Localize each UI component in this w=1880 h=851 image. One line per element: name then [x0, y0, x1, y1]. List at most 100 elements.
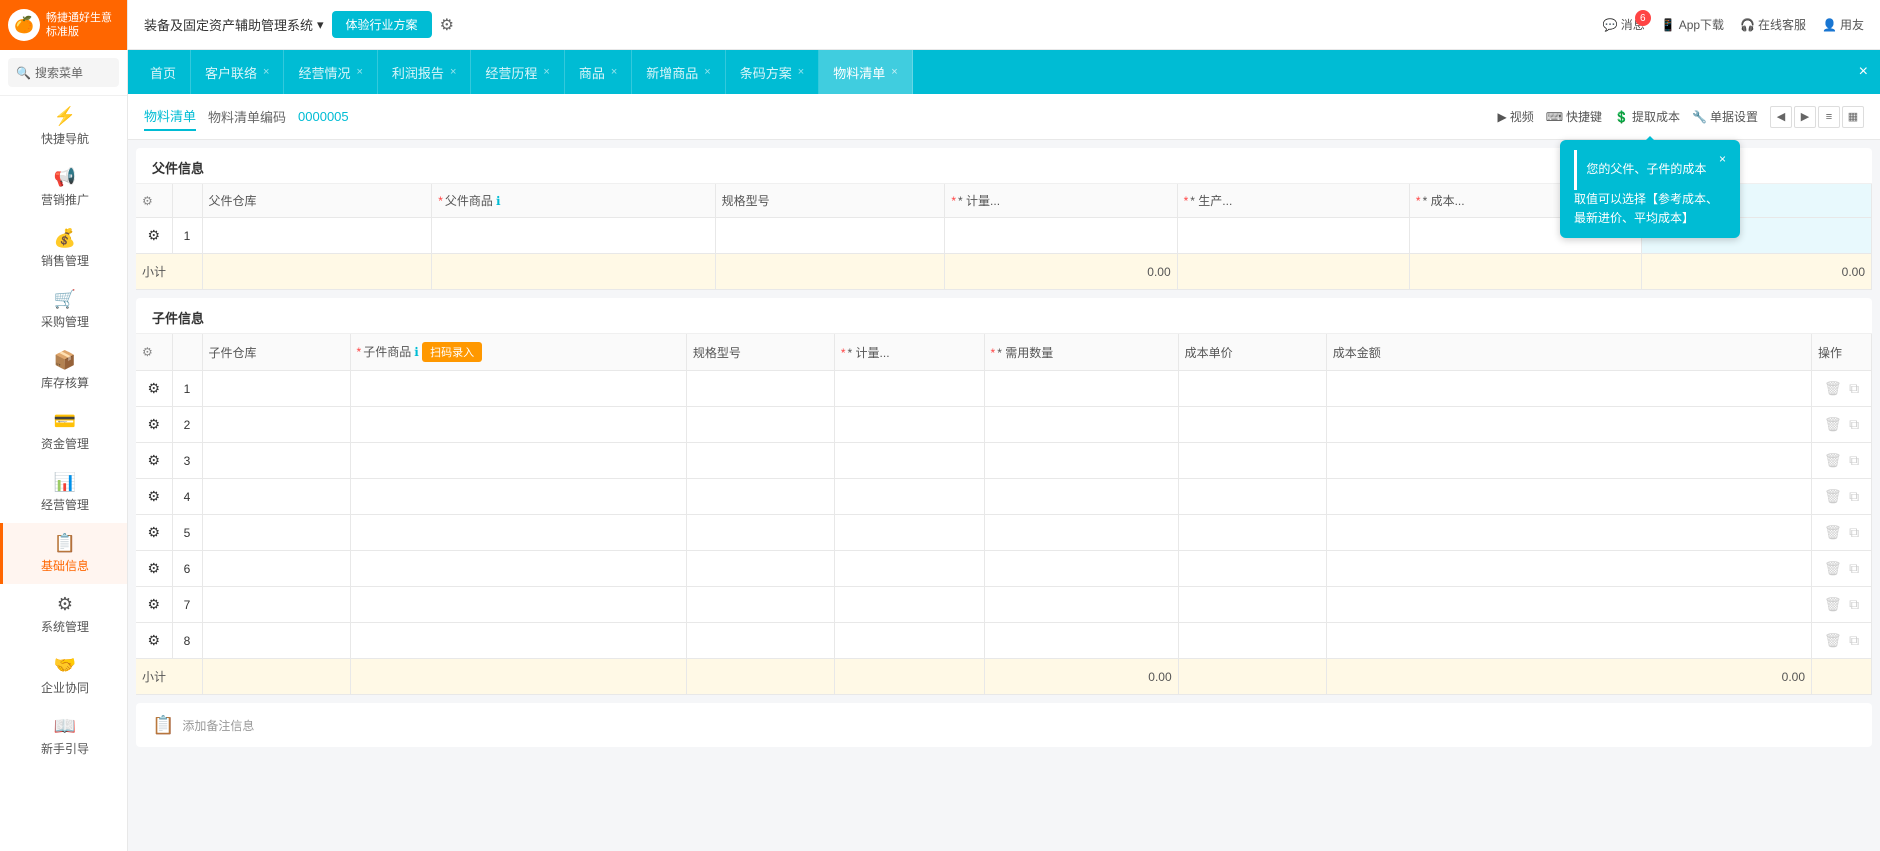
nav-grid-btn[interactable]: ▦: [1842, 106, 1864, 128]
child-row-1-unit-cost[interactable]: [1178, 371, 1326, 407]
child-row-1-product[interactable]: [350, 371, 686, 407]
child-row-1-spec[interactable]: [686, 371, 834, 407]
nav-prev-btn[interactable]: ◀: [1770, 106, 1792, 128]
child-row-2-spec[interactable]: [686, 407, 834, 443]
child-row-6-unit[interactable]: [834, 551, 984, 587]
child-row-7-unit-cost[interactable]: [1178, 587, 1326, 623]
child-row-3-qty[interactable]: [984, 443, 1178, 479]
child-row-7-spec[interactable]: [686, 587, 834, 623]
child-row-5-warehouse[interactable]: [202, 515, 350, 551]
sidebar-item-system[interactable]: ⚙ 系统管理: [0, 584, 127, 645]
child-row-2-unit-cost[interactable]: [1178, 407, 1326, 443]
tooltip-close-btn[interactable]: ×: [1719, 150, 1726, 169]
tab-close-all[interactable]: ×: [1855, 63, 1872, 81]
copy-icon-4[interactable]: ⧉: [1849, 488, 1859, 504]
child-row-8-unit-cost[interactable]: [1178, 623, 1326, 659]
sidebar-item-purchase[interactable]: 🛒 采购管理: [0, 279, 127, 340]
parent-row-1-unit[interactable]: [945, 218, 1177, 254]
child-row-1-warehouse[interactable]: [202, 371, 350, 407]
child-row-5-settings[interactable]: ⚙: [136, 515, 172, 551]
child-row-5-amount[interactable]: [1326, 515, 1811, 551]
parent-row-1-warehouse[interactable]: [202, 218, 432, 254]
child-row-8-product[interactable]: [350, 623, 686, 659]
scan-input-btn[interactable]: 扫码录入: [422, 342, 482, 362]
child-row-2-unit[interactable]: [834, 407, 984, 443]
delete-icon-2[interactable]: 🗑: [1824, 416, 1842, 432]
copy-icon-5[interactable]: ⧉: [1849, 524, 1859, 540]
child-row-4-amount[interactable]: [1326, 479, 1811, 515]
online-service-button[interactable]: 🎧 在线客服: [1740, 16, 1806, 33]
sidebar-item-marketing[interactable]: 📢 营销推广: [0, 157, 127, 218]
child-row-4-qty[interactable]: [984, 479, 1178, 515]
child-row-2-amount[interactable]: [1326, 407, 1811, 443]
tab-customer-close[interactable]: ×: [263, 66, 269, 78]
child-row-5-qty[interactable]: [984, 515, 1178, 551]
trial-btn[interactable]: 体验行业方案: [332, 11, 432, 38]
copy-icon-2[interactable]: ⧉: [1849, 416, 1859, 432]
child-row-2-warehouse[interactable]: [202, 407, 350, 443]
child-row-6-settings[interactable]: ⚙: [136, 551, 172, 587]
tab-operations-close[interactable]: ×: [356, 66, 362, 78]
tab-barcode-close[interactable]: ×: [798, 66, 804, 78]
child-row-4-unit[interactable]: [834, 479, 984, 515]
tab-product[interactable]: 商品 ×: [565, 50, 632, 94]
child-row-1-settings[interactable]: ⚙: [136, 371, 172, 407]
sub-tab-bom-code[interactable]: 物料清单编码: [208, 103, 286, 130]
nav-next-btn[interactable]: ▶: [1794, 106, 1816, 128]
sidebar-item-operations[interactable]: 📊 经营管理: [0, 462, 127, 523]
child-row-8-warehouse[interactable]: [202, 623, 350, 659]
tab-bom-close[interactable]: ×: [891, 66, 897, 78]
tab-operations[interactable]: 经营情况 ×: [284, 50, 377, 94]
tab-new-product[interactable]: 新增商品 ×: [632, 50, 725, 94]
settings-icon[interactable]: ⚙: [440, 15, 454, 35]
tab-history-close[interactable]: ×: [543, 66, 549, 78]
sidebar-item-sales[interactable]: 💰 销售管理: [0, 218, 127, 279]
tab-product-close[interactable]: ×: [611, 66, 617, 78]
child-row-7-product[interactable]: [350, 587, 686, 623]
copy-icon-7[interactable]: ⧉: [1849, 596, 1859, 612]
tab-customer[interactable]: 客户联络 ×: [191, 50, 284, 94]
tab-barcode[interactable]: 条码方案 ×: [726, 50, 819, 94]
child-row-5-product[interactable]: [350, 515, 686, 551]
copy-icon-6[interactable]: ⧉: [1849, 560, 1859, 576]
child-row-3-amount[interactable]: [1326, 443, 1811, 479]
child-row-1-qty[interactable]: [984, 371, 1178, 407]
tab-history[interactable]: 经营历程 ×: [471, 50, 564, 94]
sidebar-item-finance[interactable]: 💳 资金管理: [0, 401, 127, 462]
delete-icon-3[interactable]: 🗑: [1824, 452, 1842, 468]
child-row-6-unit-cost[interactable]: [1178, 551, 1326, 587]
child-row-7-settings[interactable]: ⚙: [136, 587, 172, 623]
child-row-6-warehouse[interactable]: [202, 551, 350, 587]
sidebar-item-enterprise[interactable]: 🤝 企业协同: [0, 645, 127, 706]
child-row-7-unit[interactable]: [834, 587, 984, 623]
child-row-8-amount[interactable]: [1326, 623, 1811, 659]
tab-profit-close[interactable]: ×: [450, 66, 456, 78]
parent-row-1-settings[interactable]: ⚙: [136, 218, 172, 254]
child-row-3-unit[interactable]: [834, 443, 984, 479]
sidebar-item-basic[interactable]: 📋 基础信息: [0, 523, 127, 584]
delete-icon-4[interactable]: 🗑: [1824, 488, 1842, 504]
tab-bom[interactable]: 物料清单 ×: [819, 50, 912, 94]
child-row-6-product[interactable]: [350, 551, 686, 587]
parent-settings-gear-icon[interactable]: ⚙: [142, 194, 153, 208]
child-settings-gear-icon[interactable]: ⚙: [142, 345, 153, 359]
user-button[interactable]: 👤 用友: [1822, 16, 1864, 33]
child-row-7-warehouse[interactable]: [202, 587, 350, 623]
copy-icon-1[interactable]: ⧉: [1849, 380, 1859, 396]
child-row-2-product[interactable]: [350, 407, 686, 443]
child-row-4-warehouse[interactable]: [202, 479, 350, 515]
nav-list-btn[interactable]: ≡: [1818, 106, 1840, 128]
child-row-1-amount[interactable]: [1326, 371, 1811, 407]
parent-row-1-product[interactable]: [432, 218, 715, 254]
delete-icon-8[interactable]: 🗑: [1824, 632, 1842, 648]
copy-icon-3[interactable]: ⧉: [1849, 452, 1859, 468]
child-row-6-qty[interactable]: [984, 551, 1178, 587]
child-row-5-unit-cost[interactable]: [1178, 515, 1326, 551]
child-row-1-unit[interactable]: [834, 371, 984, 407]
child-row-7-amount[interactable]: [1326, 587, 1811, 623]
delete-icon-7[interactable]: 🗑: [1824, 596, 1842, 612]
child-row-5-unit[interactable]: [834, 515, 984, 551]
delete-icon-1[interactable]: 🗑: [1824, 380, 1842, 396]
child-row-8-settings[interactable]: ⚙: [136, 623, 172, 659]
child-row-2-qty[interactable]: [984, 407, 1178, 443]
